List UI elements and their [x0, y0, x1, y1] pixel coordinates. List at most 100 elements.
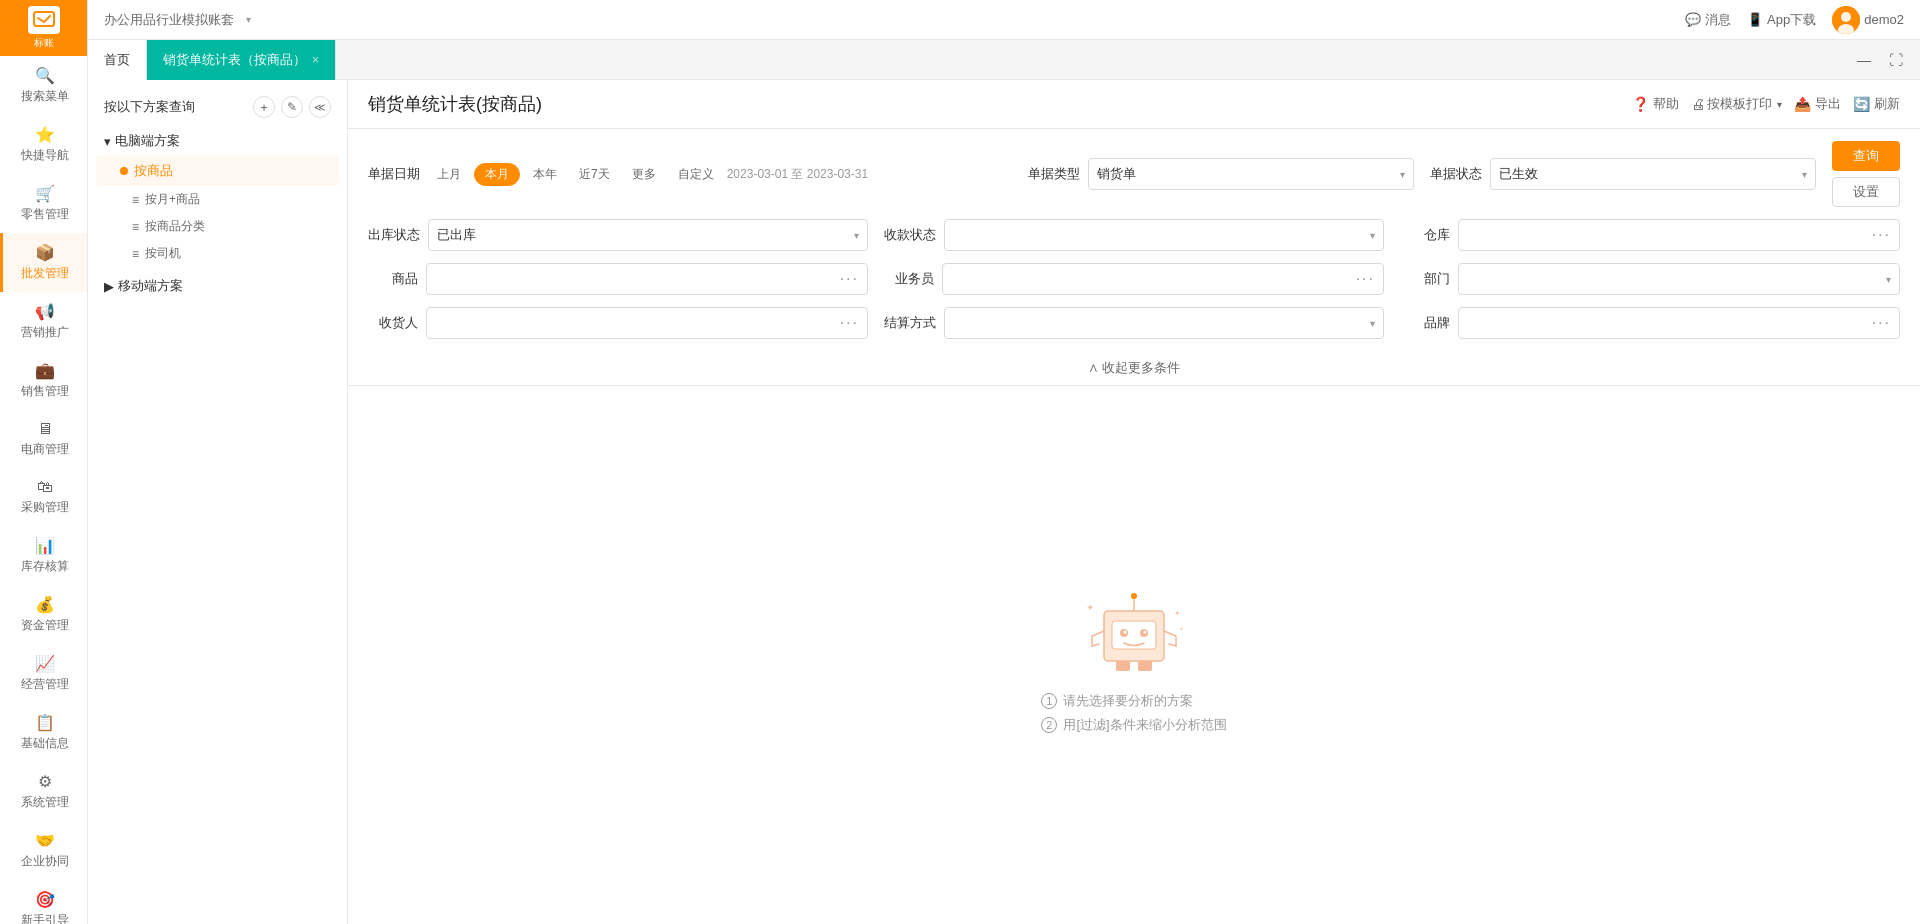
- breadcrumb-dropdown-icon[interactable]: ▾: [246, 14, 251, 25]
- warehouse-status-input[interactable]: 已出库 ▾: [428, 219, 868, 251]
- tab-minimize-button[interactable]: —: [1852, 48, 1876, 72]
- date-btn-custom[interactable]: 自定义: [669, 163, 723, 186]
- sidebar-item-marketing[interactable]: 📢 营销推广: [0, 292, 88, 351]
- brand-input[interactable]: ···: [1458, 307, 1900, 339]
- filter-row-2: 出库状态 已出库 ▾ 收款状态 ▾ 仓库: [368, 219, 1900, 251]
- help-button[interactable]: ❓ 帮助: [1632, 95, 1679, 113]
- refresh-button[interactable]: 🔄 刷新: [1853, 95, 1900, 113]
- filter-panel-header: 按以下方案查询 + ✎ ≪: [88, 92, 347, 126]
- sidebar-item-purchase[interactable]: 🛍 采购管理: [0, 468, 88, 526]
- filter-add-button[interactable]: +: [253, 96, 275, 118]
- date-btn-this-year[interactable]: 本年: [524, 163, 566, 186]
- svg-rect-13: [1138, 661, 1152, 671]
- consignee-input[interactable]: ···: [426, 307, 868, 339]
- warehouse-status-label: 出库状态: [368, 226, 420, 244]
- date-quick-buttons: 上月 本月 本年 近7天 更多 自定义 2023-03-01 至 2023-03…: [428, 163, 1012, 186]
- sidebar-business-label: 经营管理: [21, 676, 69, 693]
- tab-active-label: 销货单统计表（按商品）: [163, 51, 306, 69]
- filter-by-product-category-label: 按商品分类: [145, 218, 205, 235]
- settings-button[interactable]: 设置: [1832, 177, 1900, 207]
- payment-status-input[interactable]: ▾: [944, 219, 1384, 251]
- export-icon: 📤: [1794, 96, 1811, 112]
- doc-status-value: 已生效: [1499, 165, 1538, 183]
- product-input[interactable]: ···: [426, 263, 868, 295]
- warehouse-status-value: 已出库: [437, 226, 476, 244]
- query-button[interactable]: 查询: [1832, 141, 1900, 171]
- empty-tip-2-text: 用[过滤]条件来缩小分析范围: [1063, 716, 1226, 734]
- department-arrow: ▾: [1886, 274, 1891, 285]
- sidebar-item-wholesale[interactable]: 📦 批发管理: [0, 233, 88, 292]
- svg-point-2: [1841, 12, 1851, 22]
- product-field: 商品 ···: [368, 263, 868, 295]
- print-label: 按模板打印: [1707, 95, 1772, 113]
- department-input[interactable]: ▾: [1458, 263, 1900, 295]
- sidebar-item-business[interactable]: 📈 经营管理: [0, 644, 88, 703]
- doc-status-input[interactable]: 已生效 ▾: [1490, 158, 1816, 190]
- print-template-button[interactable]: 🖨 按模板打印 ▾: [1691, 95, 1782, 113]
- date-btn-last-month[interactable]: 上月: [428, 163, 470, 186]
- download-icon: 📱: [1747, 12, 1763, 27]
- inventory-icon: 📊: [35, 536, 55, 555]
- retail-icon: 🛒: [35, 184, 55, 203]
- help-label: 帮助: [1653, 95, 1679, 113]
- sidebar-item-guide[interactable]: 🎯 新手引导: [0, 880, 88, 924]
- finance-icon: 💰: [35, 595, 55, 614]
- sidebar-search[interactable]: 🔍 搜索菜单: [0, 56, 88, 115]
- doc-status-field: 单据状态 已生效 ▾: [1430, 158, 1816, 190]
- brand-field: 品牌 ···: [1400, 307, 1900, 339]
- app-label: 标账: [34, 36, 54, 50]
- tip-num-1: 1: [1041, 693, 1057, 709]
- sidebar-item-sales[interactable]: 💼 销售管理: [0, 351, 88, 410]
- filter-by-month-product[interactable]: ≡ 按月+商品: [96, 186, 339, 213]
- message-label: 消息: [1705, 11, 1731, 29]
- sidebar-ecommerce-label: 电商管理: [21, 441, 69, 458]
- pc-section-toggle[interactable]: ▾ 电脑端方案: [96, 126, 339, 156]
- sidebar-quick-nav[interactable]: ⭐ 快捷导航: [0, 115, 88, 174]
- app-download-button[interactable]: 📱 App下载: [1747, 11, 1816, 29]
- date-btn-this-month[interactable]: 本月: [474, 163, 520, 186]
- tab-maximize-button[interactable]: ⛶: [1884, 48, 1908, 72]
- collapse-label: ∧ 收起更多条件: [1088, 359, 1181, 377]
- filter-by-product[interactable]: 按商品: [96, 156, 339, 186]
- list-icon: ≡: [132, 193, 139, 207]
- message-button[interactable]: 💬 消息: [1685, 11, 1731, 29]
- sidebar-item-basic[interactable]: 📋 基础信息: [0, 703, 88, 762]
- salesperson-input[interactable]: ···: [942, 263, 1384, 295]
- storage-input[interactable]: ···: [1458, 219, 1900, 251]
- sidebar-item-finance[interactable]: 💰 资金管理: [0, 585, 88, 644]
- sidebar-item-retail[interactable]: 🛒 零售管理: [0, 174, 88, 233]
- collapse-button[interactable]: ∧ 收起更多条件: [1088, 359, 1181, 377]
- user-profile[interactable]: demo2: [1832, 6, 1904, 34]
- tab-home-label: 首页: [104, 51, 130, 69]
- filter-edit-button[interactable]: ✎: [281, 96, 303, 118]
- tip-num-2: 2: [1041, 717, 1057, 733]
- settlement-input[interactable]: ▾: [944, 307, 1384, 339]
- search-icon: 🔍: [35, 66, 55, 85]
- tab-close-icon[interactable]: ×: [312, 53, 319, 67]
- filter-by-product-category[interactable]: ≡ 按商品分类: [96, 213, 339, 240]
- tab-home[interactable]: 首页: [88, 40, 147, 80]
- consignee-field: 收货人 ···: [368, 307, 868, 339]
- date-btn-7days[interactable]: 近7天: [570, 163, 619, 186]
- sidebar-item-system[interactable]: ⚙ 系统管理: [0, 762, 88, 821]
- sidebar-item-ecommerce[interactable]: 🖥 电商管理: [0, 410, 88, 468]
- page-header: 销货单统计表(按商品) ❓ 帮助 🖨 按模板打印 ▾ 📤: [348, 80, 1920, 129]
- sidebar-item-inventory[interactable]: 📊 库存核算: [0, 526, 88, 585]
- filter-by-cashier[interactable]: ≡ 按司机: [96, 240, 339, 267]
- doc-type-input[interactable]: 销货单 ▾: [1088, 158, 1414, 190]
- main-content: 销货单统计表(按商品) ❓ 帮助 🖨 按模板打印 ▾ 📤: [348, 80, 1920, 924]
- product-label: 商品: [368, 270, 418, 288]
- filter-collapse-button[interactable]: ≪: [309, 96, 331, 118]
- mobile-section-toggle[interactable]: ▶ 移动端方案: [96, 271, 339, 301]
- tab-active[interactable]: 销货单统计表（按商品） ×: [147, 40, 336, 80]
- warehouse-status-field: 出库状态 已出库 ▾: [368, 219, 868, 251]
- ecommerce-icon: 🖥: [37, 420, 53, 438]
- sidebar-inventory-label: 库存核算: [21, 558, 69, 575]
- sidebar-item-enterprise[interactable]: 🤝 企业协同: [0, 821, 88, 880]
- filter-row-1: 单据日期 上月 本月 本年 近7天 更多 自定义 2023-03-01 至 20…: [368, 141, 1900, 207]
- brand-label: 品牌: [1400, 314, 1450, 332]
- date-btn-more[interactable]: 更多: [623, 163, 665, 186]
- export-button[interactable]: 📤 导出: [1794, 95, 1841, 113]
- mobile-filter-section: ▶ 移动端方案: [88, 271, 347, 301]
- brand-dots: ···: [1872, 314, 1891, 332]
